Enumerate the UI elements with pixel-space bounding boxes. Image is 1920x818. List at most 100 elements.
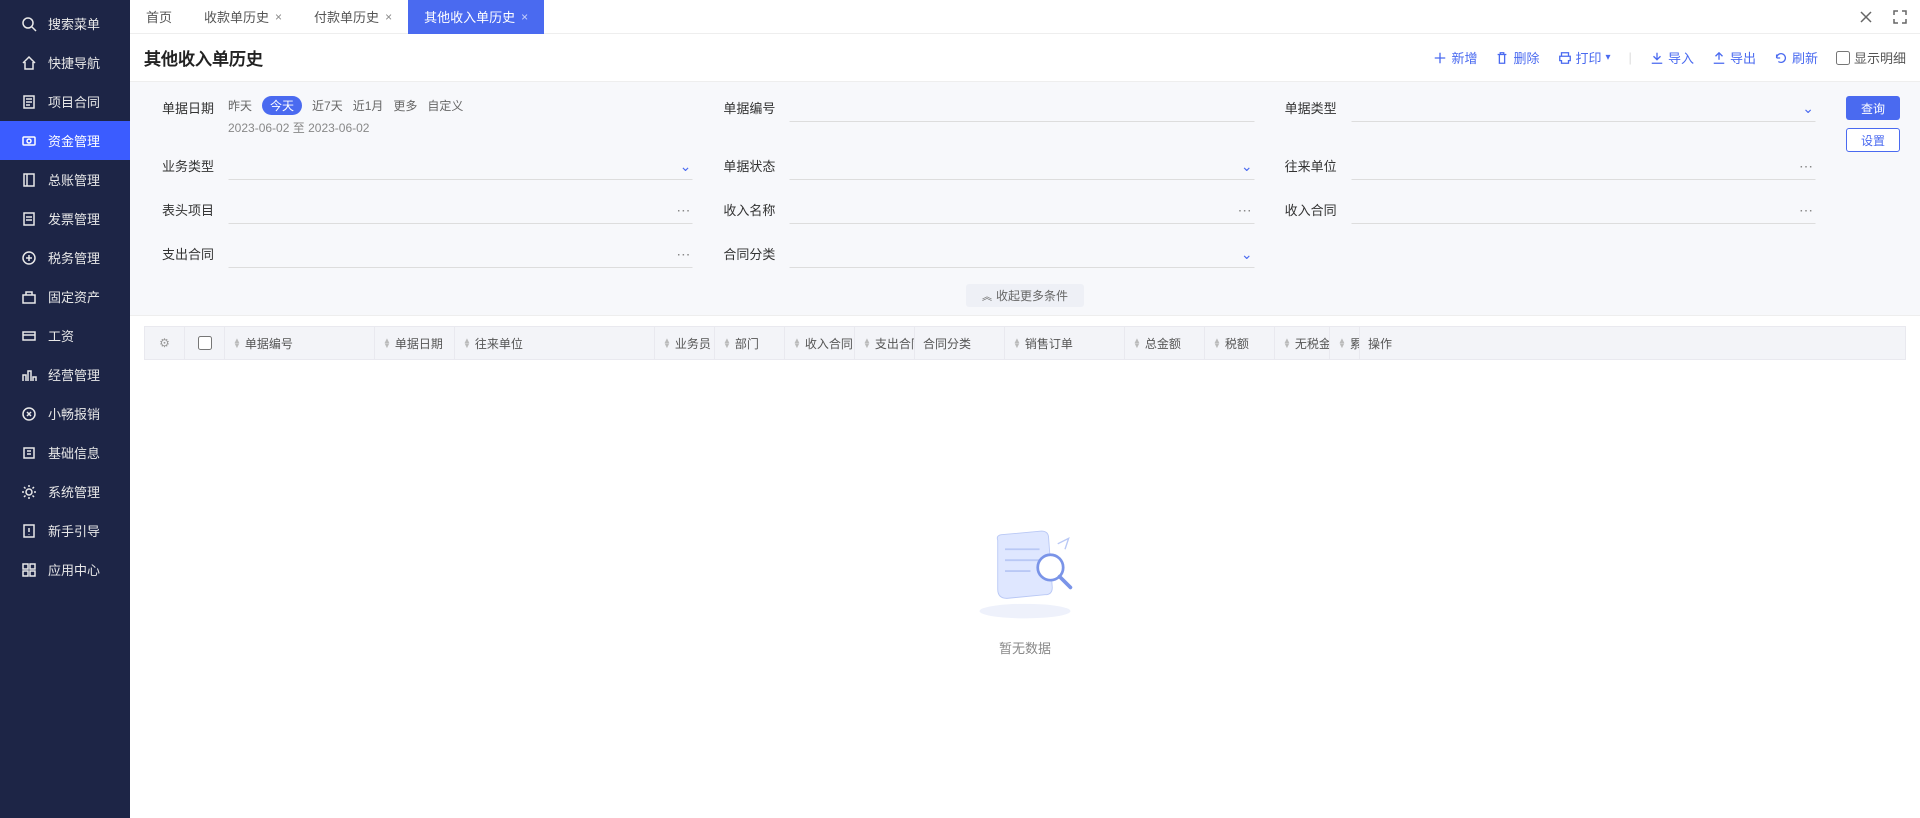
sort-icon [1133, 338, 1141, 348]
table-header-cell[interactable]: 单据日期 [375, 327, 455, 359]
doc-no-input[interactable] [789, 96, 1254, 122]
date-preset[interactable]: 近7天 [312, 97, 343, 114]
column-label: 单据日期 [395, 335, 443, 352]
table-header-cell[interactable]: 税额 [1205, 327, 1275, 359]
table-header-cell[interactable]: 部门 [715, 327, 785, 359]
date-preset[interactable]: 更多 [393, 97, 417, 114]
doc-status-input[interactable] [789, 154, 1254, 180]
sidebar-item-salary[interactable]: 工资 [0, 316, 130, 355]
add-button[interactable]: 新增 [1433, 48, 1477, 67]
sort-icon [793, 338, 801, 348]
sidebar-item-label: 工资 [48, 326, 74, 345]
close-icon[interactable]: × [521, 10, 528, 24]
column-label: 无税金额 [1295, 335, 1330, 352]
sidebar-item-invoice[interactable]: 发票管理 [0, 199, 130, 238]
sidebar: 搜索菜单快捷导航项目合同资金管理总账管理发票管理税务管理固定资产工资经营管理小畅… [0, 0, 130, 818]
filter-income-name-label: 收入名称 [723, 198, 789, 219]
table-header-cell[interactable]: 单据编号 [225, 327, 375, 359]
sidebar-item-money[interactable]: 资金管理 [0, 121, 130, 160]
sidebar-item-label: 基础信息 [48, 443, 100, 462]
filter-contract-cat-label: 合同分类 [723, 242, 789, 263]
table-header-cell[interactable]: 业务员 [655, 327, 715, 359]
empty-text: 暂无数据 [999, 638, 1051, 657]
sort-icon [1013, 338, 1021, 348]
date-preset[interactable]: 近1月 [353, 97, 384, 114]
tab[interactable]: 收款单历史× [188, 0, 298, 34]
info-icon [20, 444, 38, 462]
party-input[interactable] [1351, 154, 1816, 180]
show-detail-toggle[interactable]: 显示明细 [1836, 48, 1906, 67]
fullscreen-icon[interactable] [1888, 5, 1912, 29]
contract-cat-input[interactable] [789, 242, 1254, 268]
query-button[interactable]: 查询 [1846, 96, 1900, 120]
sidebar-item-clipboard[interactable]: 项目合同 [0, 82, 130, 121]
sidebar-item-label: 税务管理 [48, 248, 100, 267]
sidebar-item-tax[interactable]: 税务管理 [0, 238, 130, 277]
salary-icon [20, 327, 38, 345]
sidebar-item-reimburse[interactable]: 小畅报销 [0, 394, 130, 433]
sidebar-item-info[interactable]: 基础信息 [0, 433, 130, 472]
column-label: 销售订单 [1025, 335, 1073, 352]
sidebar-item-label: 项目合同 [48, 92, 100, 111]
import-button[interactable]: 导入 [1650, 48, 1694, 67]
system-icon [20, 483, 38, 501]
table-header-cell[interactable]: 总金额 [1125, 327, 1205, 359]
filter-doc-status-label: 单据状态 [723, 154, 789, 175]
column-label: 往来单位 [475, 335, 523, 352]
sidebar-item-apps[interactable]: 应用中心 [0, 550, 130, 589]
reimburse-icon [20, 405, 38, 423]
close-icon[interactable]: × [275, 10, 282, 24]
header-proj-input[interactable] [228, 198, 693, 224]
sidebar-item-home[interactable]: 快捷导航 [0, 43, 130, 82]
filter-expense-contract-label: 支出合同 [162, 242, 228, 263]
biz-type-input[interactable] [228, 154, 693, 180]
gear-icon[interactable]: ⚙ [159, 336, 170, 350]
delete-button[interactable]: 删除 [1495, 48, 1539, 67]
table-header-cell [185, 327, 225, 359]
sidebar-item-biz[interactable]: 经营管理 [0, 355, 130, 394]
table-header-cell[interactable]: 累 [1330, 327, 1360, 359]
expense-contract-input[interactable] [228, 242, 693, 268]
date-preset[interactable]: 今天 [262, 96, 302, 115]
refresh-button[interactable]: 刷新 [1774, 48, 1818, 67]
print-button[interactable]: 打印▾ [1558, 48, 1611, 67]
date-preset[interactable]: 昨天 [228, 97, 252, 114]
table-header-cell[interactable]: 收入合同 [785, 327, 855, 359]
sidebar-item-label: 新手引导 [48, 521, 100, 540]
table-header-cell[interactable]: 无税金额 [1275, 327, 1330, 359]
sidebar-item-ledger[interactable]: 总账管理 [0, 160, 130, 199]
column-label: 总金额 [1145, 335, 1181, 352]
filter-header-proj: 表头项目 ⋯ [162, 198, 693, 224]
date-preset[interactable]: 自定义 [427, 97, 463, 114]
table-header-cell[interactable]: 支出合同 [855, 327, 915, 359]
tab[interactable]: 付款单历史× [298, 0, 408, 34]
date-from: 2023-06-02 [228, 121, 289, 135]
select-all-checkbox[interactable] [198, 336, 212, 350]
export-button[interactable]: 导出 [1712, 48, 1756, 67]
collapse-filters-button[interactable]: ︽ 收起更多条件 [966, 284, 1084, 307]
sidebar-item-search[interactable]: 搜索菜单 [0, 4, 130, 43]
show-detail-checkbox[interactable] [1836, 51, 1850, 65]
table-header-cell[interactable]: 销售订单 [1005, 327, 1125, 359]
table-header-cell[interactable]: 往来单位 [455, 327, 655, 359]
sort-icon [233, 338, 241, 348]
sidebar-item-system[interactable]: 系统管理 [0, 472, 130, 511]
column-label: 操作 [1368, 335, 1392, 352]
clipboard-icon [20, 93, 38, 111]
close-icon[interactable]: × [385, 10, 392, 24]
income-contract-input[interactable] [1351, 198, 1816, 224]
doc-type-input[interactable] [1351, 96, 1816, 122]
filter-party-label: 往来单位 [1285, 154, 1351, 175]
sidebar-item-guide[interactable]: 新手引导 [0, 511, 130, 550]
tab-close-all-icon[interactable] [1854, 5, 1878, 29]
settings-button[interactable]: 设置 [1846, 128, 1900, 152]
filter-contract-cat: 合同分类 ⌄ [723, 242, 1254, 268]
tab[interactable]: 首页 [130, 0, 188, 34]
sidebar-item-assets[interactable]: 固定资产 [0, 277, 130, 316]
column-label: 部门 [735, 335, 759, 352]
divider: | [1629, 50, 1632, 65]
filter-actions: 查询 设置 [1846, 96, 1900, 268]
main: 首页收款单历史×付款单历史×其他收入单历史× 其他收入单历史 新增 删除 打印▾… [130, 0, 1920, 818]
tab[interactable]: 其他收入单历史× [408, 0, 544, 34]
income-name-input[interactable] [789, 198, 1254, 224]
